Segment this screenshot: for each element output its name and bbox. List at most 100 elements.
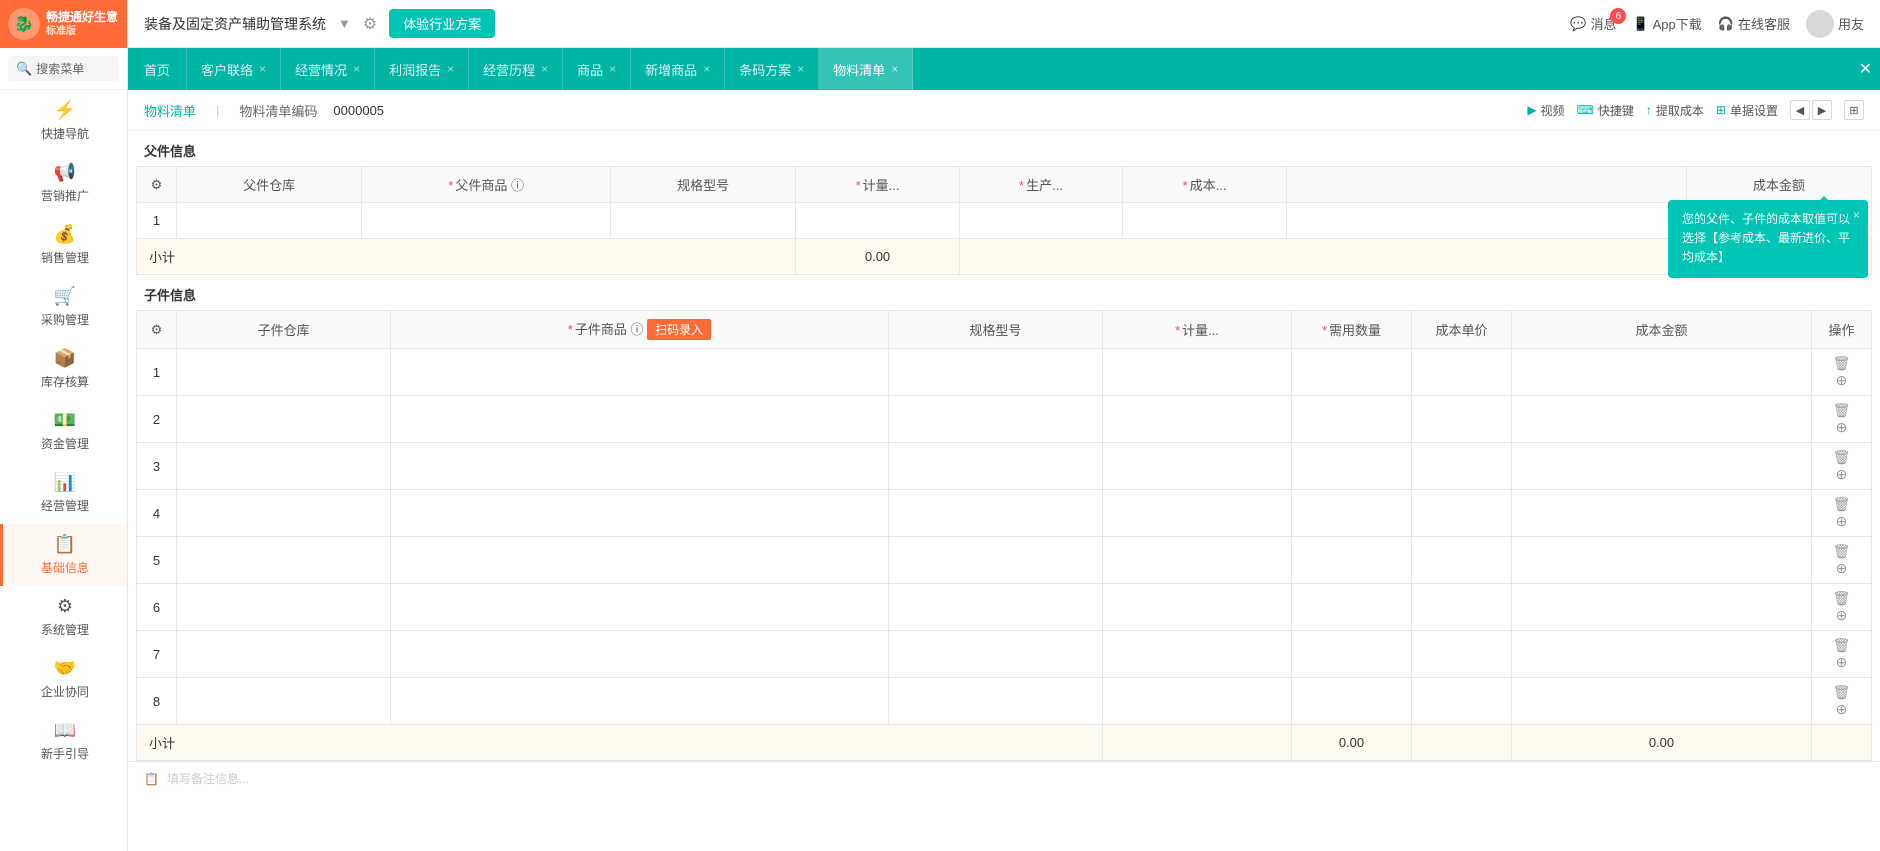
child-row-6-unit-cost[interactable] — [1412, 584, 1512, 631]
child-row-8-unit-cost[interactable] — [1412, 678, 1512, 725]
child-row-5-unit-cost[interactable] — [1412, 537, 1512, 584]
child-row-5-warehouse[interactable] — [177, 537, 391, 584]
child-row-4-spec[interactable] — [888, 490, 1102, 537]
child-row-5-product[interactable] — [391, 537, 889, 584]
parent-row-1-produce[interactable] — [959, 203, 1122, 239]
tab-close-ops[interactable]: × — [353, 62, 360, 76]
single-settings-btn[interactable]: ⊞ 单据设置 — [1716, 102, 1778, 119]
child-row-7-unit-cost[interactable] — [1412, 631, 1512, 678]
parent-row-1-spec[interactable] — [611, 203, 796, 239]
online-service-btn[interactable]: 🎧 在线客服 — [1718, 14, 1790, 33]
sidebar-item-basic-info[interactable]: 📋 基础信息 — [0, 524, 127, 586]
child-row-7-qty[interactable] — [1292, 631, 1412, 678]
sidebar-item-shortcut[interactable]: ⚡ 快捷导航 — [0, 90, 127, 152]
child-row-6-product[interactable] — [391, 584, 889, 631]
child-row-3-spec[interactable] — [888, 443, 1102, 490]
copy-icon[interactable]: ⊕ — [1836, 372, 1848, 388]
child-row-1-unit[interactable] — [1102, 349, 1291, 396]
parent-col-settings[interactable]: ⚙ — [137, 167, 177, 203]
experience-btn[interactable]: 体验行业方案 — [389, 9, 495, 38]
child-row-5-spec[interactable] — [888, 537, 1102, 584]
child-row-3-unit-cost[interactable] — [1412, 443, 1512, 490]
delete-icon[interactable]: 🗑 — [1833, 590, 1851, 606]
child-row-2-product[interactable] — [391, 396, 889, 443]
child-col-settings[interactable]: ⚙ — [137, 311, 177, 349]
message-btn[interactable]: 💬 6 消息 — [1570, 14, 1616, 33]
child-row-2-warehouse[interactable] — [177, 396, 391, 443]
extract-cost-btn[interactable]: ↑ 提取成本 — [1646, 102, 1704, 119]
sidebar-item-purchase[interactable]: 🛒 采购管理 — [0, 276, 127, 338]
child-row-2-unit[interactable] — [1102, 396, 1291, 443]
sidebar-item-operations[interactable]: 📊 经营管理 — [0, 462, 127, 524]
child-row-7-unit[interactable] — [1102, 631, 1291, 678]
copy-icon[interactable]: ⊕ — [1836, 701, 1848, 717]
tab-close-history[interactable]: × — [541, 62, 548, 76]
child-row-1-unit-cost[interactable] — [1412, 349, 1512, 396]
tab-barcode[interactable]: 条码方案 × — [725, 48, 819, 90]
child-row-6-unit[interactable] — [1102, 584, 1291, 631]
copy-icon[interactable]: ⊕ — [1836, 607, 1848, 623]
next-arrow[interactable]: ▶ — [1812, 100, 1832, 120]
dropdown-arrow-icon[interactable]: ▼ — [338, 16, 351, 31]
copy-icon[interactable]: ⊕ — [1836, 513, 1848, 529]
delete-icon[interactable]: 🗑 — [1833, 543, 1851, 559]
tooltip-close-btn[interactable]: × — [1853, 206, 1860, 225]
grid-view-btn[interactable]: ⊞ — [1844, 100, 1864, 120]
copy-icon[interactable]: ⊕ — [1836, 466, 1848, 482]
child-row-3-warehouse[interactable] — [177, 443, 391, 490]
child-row-4-product[interactable] — [391, 490, 889, 537]
search-menu-button[interactable]: 🔍 搜索菜单 — [8, 56, 119, 81]
sidebar-item-system[interactable]: ⚙ 系统管理 — [0, 586, 127, 648]
child-row-6-qty[interactable] — [1292, 584, 1412, 631]
child-row-3-qty[interactable] — [1292, 443, 1412, 490]
child-row-1-product[interactable] — [391, 349, 889, 396]
child-row-6-spec[interactable] — [888, 584, 1102, 631]
delete-icon[interactable]: 🗑 — [1833, 684, 1851, 700]
delete-icon[interactable]: 🗑 — [1833, 637, 1851, 653]
sidebar-item-finance[interactable]: 💵 资金管理 — [0, 400, 127, 462]
tab-close-profit[interactable]: × — [447, 62, 454, 76]
tab-profit[interactable]: 利润报告 × — [375, 48, 469, 90]
child-row-1-qty[interactable] — [1292, 349, 1412, 396]
child-row-2-unit-cost[interactable] — [1412, 396, 1512, 443]
tab-bom[interactable]: 物料清单 × — [819, 48, 913, 90]
child-row-4-unit[interactable] — [1102, 490, 1291, 537]
sidebar-item-cooperation[interactable]: 🤝 企业协同 — [0, 648, 127, 710]
parent-row-1-product[interactable] — [362, 203, 611, 239]
tab-close-customer[interactable]: × — [259, 62, 266, 76]
child-row-6-warehouse[interactable] — [177, 584, 391, 631]
child-row-4-warehouse[interactable] — [177, 490, 391, 537]
child-row-5-unit[interactable] — [1102, 537, 1291, 584]
tab-history[interactable]: 经营历程 × — [469, 48, 563, 90]
user-menu-btn[interactable]: 用友 — [1806, 10, 1864, 38]
tab-close-bom[interactable]: × — [891, 62, 898, 76]
child-row-2-qty[interactable] — [1292, 396, 1412, 443]
tab-close-all-icon[interactable]: ✕ — [1859, 59, 1872, 79]
tab-goods[interactable]: 商品 × — [563, 48, 631, 90]
sidebar-item-marketing[interactable]: 📢 营销推广 — [0, 152, 127, 214]
settings-btn[interactable]: ⚙ — [363, 14, 377, 34]
parent-row-1-warehouse[interactable] — [177, 203, 362, 239]
child-row-7-warehouse[interactable] — [177, 631, 391, 678]
child-row-4-qty[interactable] — [1292, 490, 1412, 537]
prev-arrow[interactable]: ◀ — [1790, 100, 1810, 120]
app-download-btn[interactable]: 📱 App下载 — [1632, 14, 1701, 33]
child-row-1-spec[interactable] — [888, 349, 1102, 396]
copy-icon[interactable]: ⊕ — [1836, 560, 1848, 576]
delete-icon[interactable]: 🗑 — [1833, 355, 1851, 371]
delete-icon[interactable]: 🗑 — [1833, 496, 1851, 512]
delete-icon[interactable]: 🗑 — [1833, 449, 1851, 465]
sidebar-item-sales[interactable]: 💰 销售管理 — [0, 214, 127, 276]
delete-icon[interactable]: 🗑 — [1833, 402, 1851, 418]
tab-operations-status[interactable]: 经营情况 × — [281, 48, 375, 90]
parent-row-1-unit[interactable] — [796, 203, 959, 239]
child-row-5-qty[interactable] — [1292, 537, 1412, 584]
child-row-8-unit[interactable] — [1102, 678, 1291, 725]
parent-row-1-cost[interactable] — [1123, 203, 1286, 239]
tab-close-new-goods[interactable]: × — [703, 62, 710, 76]
scan-btn[interactable]: 扫码录入 — [647, 319, 711, 340]
child-row-8-warehouse[interactable] — [177, 678, 391, 725]
copy-icon[interactable]: ⊕ — [1836, 654, 1848, 670]
child-row-3-product[interactable] — [391, 443, 889, 490]
child-row-1-warehouse[interactable] — [177, 349, 391, 396]
